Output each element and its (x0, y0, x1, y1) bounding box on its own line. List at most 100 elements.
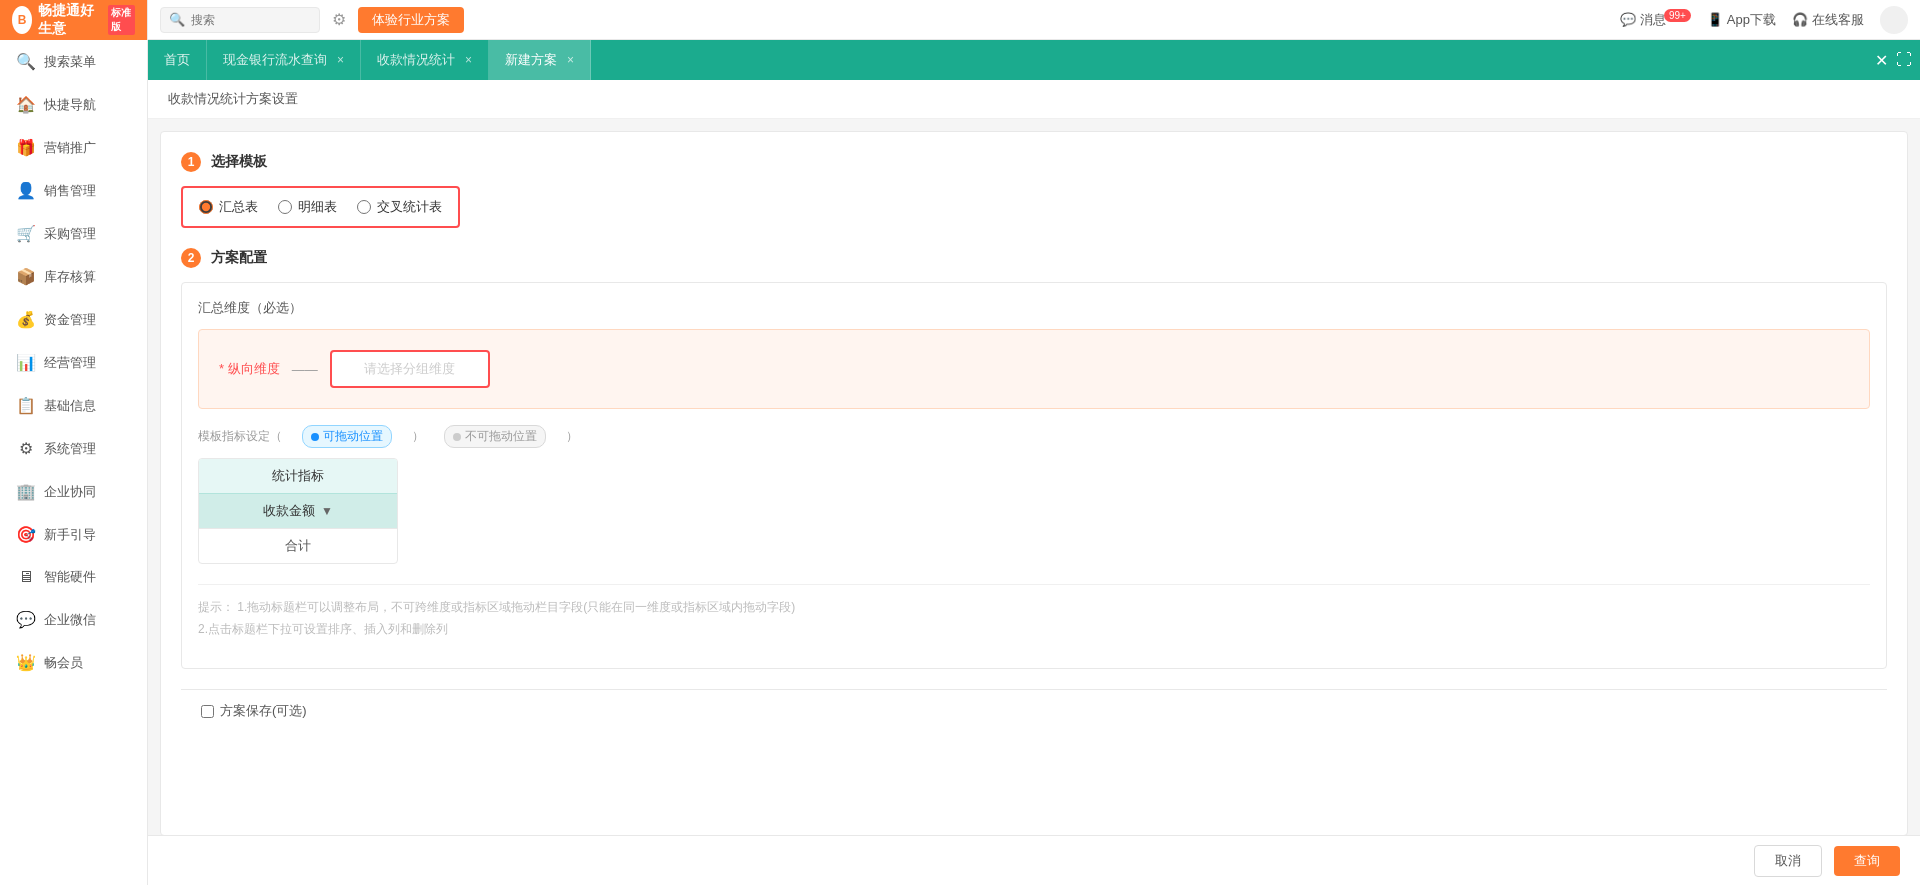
notification-icon: 💬 (1620, 12, 1636, 27)
radio-detail-input[interactable] (278, 200, 292, 214)
sidebar-label-wechat: 企业微信 (44, 611, 96, 629)
topbar: 🔍 ⚙ 体验行业方案 💬 消息 99+ 📱 App下载 🎧 在线客服 (148, 0, 1920, 40)
tab-home-label: 首页 (164, 51, 190, 69)
search-icon: 🔍 (16, 52, 36, 71)
notification-item[interactable]: 💬 消息 99+ (1620, 11, 1691, 29)
tab-receipt[interactable]: 收款情况统计 × (361, 40, 489, 80)
tab-bank-label: 现金银行流水查询 (223, 51, 327, 69)
support-item[interactable]: 🎧 在线客服 (1792, 11, 1864, 29)
sidebar-item-guide[interactable]: 🎯 新手引导 (0, 513, 147, 556)
tip-item-2: 2.点击标题栏下拉可设置排序、插入列和删除列 (198, 619, 1870, 641)
tab-newplan-label: 新建方案 (505, 51, 557, 69)
step2-header: 2 方案配置 (181, 248, 1887, 268)
sidebar-label-purchase: 采购管理 (44, 225, 96, 243)
radio-cross[interactable]: 交叉统计表 (357, 198, 442, 216)
step2-number: 2 (181, 248, 201, 268)
sidebar-item-purchase[interactable]: 🛒 采购管理 (0, 212, 147, 255)
dimension-label: * 纵向维度 (219, 360, 280, 378)
tab-newplan-close[interactable]: × (567, 53, 574, 67)
stat-total-label: 合计 (285, 538, 311, 553)
sidebar-item-enterprise[interactable]: 🏢 企业协同 (0, 470, 147, 513)
step1-title: 选择模板 (211, 153, 267, 171)
save-option[interactable]: 方案保存(可选) (201, 702, 307, 720)
dimension-placeholder: 请选择分组维度 (364, 361, 455, 376)
query-button[interactable]: 查询 (1834, 846, 1900, 876)
crown-icon: 👑 (16, 653, 36, 672)
download-item[interactable]: 📱 App下载 (1707, 11, 1776, 29)
template-selection: 汇总表 明细表 交叉统计表 (181, 186, 460, 228)
tab-bank[interactable]: 现金银行流水查询 × (207, 40, 361, 80)
sidebar-item-member[interactable]: 👑 畅会员 (0, 641, 147, 684)
tabbar: 首页 现金银行流水查询 × 收款情况统计 × 新建方案 × ✕ ⛶ (148, 40, 1920, 80)
gear-icon[interactable]: ⚙ (332, 10, 346, 29)
stat-title-label: 统计指标 (272, 467, 324, 485)
stat-amount-label: 收款金额 (263, 502, 315, 520)
sidebar-item-marketing[interactable]: 🎁 营销推广 (0, 126, 147, 169)
expand-icon[interactable]: ⛶ (1896, 51, 1912, 70)
tab-newplan[interactable]: 新建方案 × (489, 40, 591, 80)
chat-icon: 💬 (16, 610, 36, 629)
sidebar-item-inventory[interactable]: 📦 库存核算 (0, 255, 147, 298)
sidebar-item-operations[interactable]: 📊 经营管理 (0, 341, 147, 384)
user-avatar[interactable] (1880, 6, 1908, 34)
dimension-row: * 纵向维度 —— 请选择分组维度 (219, 350, 1849, 388)
unmovable-dot (453, 433, 461, 441)
tabbar-controls: ✕ ⛶ (1875, 51, 1920, 70)
cart-icon: 🛒 (16, 224, 36, 243)
radio-summary-input[interactable] (199, 200, 213, 214)
step1-section: 1 选择模板 汇总表 明细表 交叉统计表 (181, 152, 1887, 228)
search-box[interactable]: 🔍 (160, 7, 320, 33)
radio-detail[interactable]: 明细表 (278, 198, 337, 216)
unmovable-label: 不可拖动位置 (465, 428, 537, 445)
indicator-label-row: 模板指标设定（ 可拖动位置 ） 不可拖动位置 ） (198, 425, 1870, 448)
sidebar-label-nav: 快捷导航 (44, 96, 96, 114)
main-content: 收款情况统计方案设置 1 选择模板 汇总表 明细表 交叉统计表 (148, 80, 1920, 885)
sidebar-label-guide: 新手引导 (44, 526, 96, 544)
chevron-down-icon: ▼ (321, 504, 333, 518)
unmovable-badge: 不可拖动位置 (444, 425, 546, 448)
movable-label: 可拖动位置 (323, 428, 383, 445)
building-icon: 🏢 (16, 482, 36, 501)
save-checkbox-input[interactable] (201, 705, 214, 718)
search-input[interactable] (191, 13, 311, 27)
sidebar-item-nav[interactable]: 🏠 快捷导航 (0, 83, 147, 126)
sidebar-item-hardware[interactable]: 🖥 智能硬件 (0, 556, 147, 598)
radio-cross-label: 交叉统计表 (377, 198, 442, 216)
sidebar-label-system: 系统管理 (44, 440, 96, 458)
tab-home[interactable]: 首页 (148, 40, 207, 80)
notification-label: 消息 (1640, 11, 1666, 29)
save-label: 方案保存(可选) (220, 702, 307, 720)
indicator-end: ） (566, 428, 578, 445)
sidebar-item-system[interactable]: ⚙ 系统管理 (0, 427, 147, 470)
dimension-selector[interactable]: 请选择分组维度 (330, 350, 490, 388)
content-area: 1 选择模板 汇总表 明细表 交叉统计表 2 (160, 131, 1908, 836)
dimension-arrow: —— (292, 362, 318, 377)
sidebar-item-search[interactable]: 🔍 搜索菜单 (0, 40, 147, 83)
list-icon: 📋 (16, 396, 36, 415)
cancel-button[interactable]: 取消 (1754, 845, 1822, 877)
stat-total-row: 合计 (199, 528, 397, 563)
tab-receipt-close[interactable]: × (465, 53, 472, 67)
radio-summary-label: 汇总表 (219, 198, 258, 216)
sidebar-item-wechat[interactable]: 💬 企业微信 (0, 598, 147, 641)
step2-title: 方案配置 (211, 249, 267, 267)
step1-number: 1 (181, 152, 201, 172)
page-title: 收款情况统计方案设置 (168, 91, 298, 106)
trial-btn[interactable]: 体验行业方案 (358, 7, 464, 33)
gear-icon: ⚙ (16, 439, 36, 458)
close-window-icon[interactable]: ✕ (1875, 51, 1888, 70)
sidebar-label-sales: 销售管理 (44, 182, 96, 200)
sidebar-label-inventory: 库存核算 (44, 268, 96, 286)
sidebar-label-operations: 经营管理 (44, 354, 96, 372)
indicator-settings: 模板指标设定（ 可拖动位置 ） 不可拖动位置 ） (198, 425, 1870, 564)
indicator-mid: ） (412, 428, 424, 445)
tab-bank-close[interactable]: × (337, 53, 344, 67)
stat-amount-header[interactable]: 收款金额 ▼ (199, 493, 397, 528)
sidebar-item-finance[interactable]: 💰 资金管理 (0, 298, 147, 341)
stat-header-cell[interactable]: 统计指标 (199, 459, 397, 493)
radio-summary[interactable]: 汇总表 (199, 198, 258, 216)
sidebar-label-marketing: 营销推广 (44, 139, 96, 157)
sidebar-item-sales[interactable]: 👤 销售管理 (0, 169, 147, 212)
sidebar-item-basic-info[interactable]: 📋 基础信息 (0, 384, 147, 427)
radio-cross-input[interactable] (357, 200, 371, 214)
